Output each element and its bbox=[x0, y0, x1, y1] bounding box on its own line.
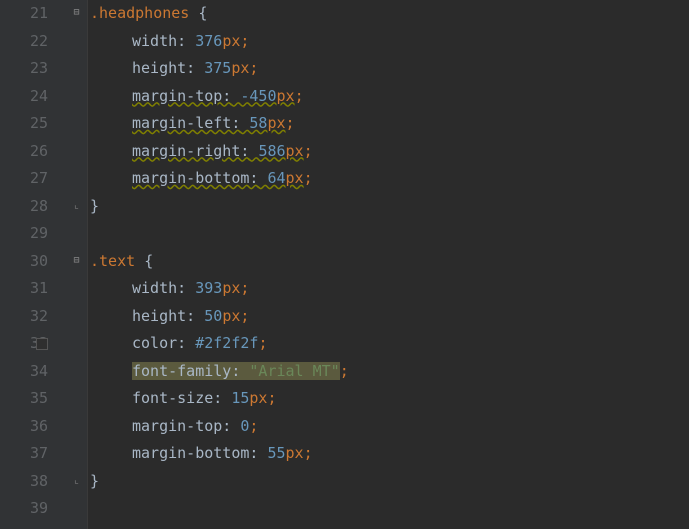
css-property: margin-bottom: bbox=[132, 169, 258, 187]
css-value: -450 bbox=[240, 87, 276, 105]
css-unit: px bbox=[222, 307, 240, 325]
code-line[interactable]: width: 376px; bbox=[90, 28, 689, 56]
code-line[interactable]: margin-right: 586px; bbox=[90, 138, 689, 166]
css-unit: px bbox=[267, 114, 285, 132]
css-unit: px bbox=[286, 444, 304, 462]
css-value: 55 bbox=[267, 444, 285, 462]
semicolon: ; bbox=[304, 142, 313, 160]
css-property: margin-left: bbox=[132, 114, 240, 132]
code-line[interactable]: margin-left: 58px; bbox=[90, 110, 689, 138]
semicolon: ; bbox=[249, 417, 258, 435]
code-line[interactable]: font-size: 15px; bbox=[90, 385, 689, 413]
fold-close-icon[interactable]: ⌞ bbox=[71, 201, 82, 212]
code-line[interactable]: height: 50px; bbox=[90, 303, 689, 331]
css-value: "Arial MT" bbox=[249, 362, 339, 380]
line-number[interactable]: 27 bbox=[6, 165, 48, 193]
code-line[interactable]: margin-top: -450px; bbox=[90, 83, 689, 111]
line-number-gutter[interactable]: 21222324252627282930313233343536373839 bbox=[6, 0, 66, 529]
css-value: 58 bbox=[249, 114, 267, 132]
code-line[interactable]: height: 375px; bbox=[90, 55, 689, 83]
semicolon: ; bbox=[240, 307, 249, 325]
code-line[interactable] bbox=[90, 220, 689, 248]
css-value: 375 bbox=[204, 59, 231, 77]
code-line[interactable]: .text { bbox=[90, 248, 689, 276]
css-value: 393 bbox=[195, 279, 222, 297]
css-property: margin-right: bbox=[132, 142, 249, 160]
css-property: width: bbox=[132, 279, 186, 297]
fold-close-icon[interactable]: ⌞ bbox=[71, 476, 82, 487]
line-number[interactable]: 28 bbox=[6, 193, 48, 221]
code-line[interactable]: .headphones { bbox=[90, 0, 689, 28]
brace-close: } bbox=[90, 472, 99, 490]
css-property: width: bbox=[132, 32, 186, 50]
css-value: 64 bbox=[267, 169, 285, 187]
css-unit: px bbox=[222, 279, 240, 297]
fold-gutter[interactable]: ⊟ ⊟ ⌞ ⌞ bbox=[66, 0, 88, 529]
css-property: margin-top: bbox=[132, 417, 231, 435]
semicolon: ; bbox=[295, 87, 304, 105]
semicolon: ; bbox=[286, 114, 295, 132]
css-property: height: bbox=[132, 59, 195, 77]
css-value: 586 bbox=[258, 142, 285, 160]
css-unit: px bbox=[286, 169, 304, 187]
css-property: margin-bottom: bbox=[132, 444, 258, 462]
line-number[interactable]: 24 bbox=[6, 83, 48, 111]
brace-open: { bbox=[144, 252, 153, 270]
fold-open-icon[interactable]: ⊟ bbox=[71, 256, 82, 267]
fold-open-icon[interactable]: ⊟ bbox=[71, 8, 82, 19]
css-selector: .text bbox=[90, 252, 144, 270]
css-property: font-family: bbox=[132, 362, 240, 380]
code-line[interactable]: color: #2f2f2f; bbox=[90, 330, 689, 358]
css-value: 376 bbox=[195, 32, 222, 50]
code-line[interactable]: margin-bottom: 55px; bbox=[90, 440, 689, 468]
line-number[interactable]: 30 bbox=[6, 248, 48, 276]
css-value: #2f2f2f bbox=[195, 334, 258, 352]
css-value: 50 bbox=[204, 307, 222, 325]
semicolon: ; bbox=[304, 169, 313, 187]
line-number[interactable]: 38 bbox=[6, 468, 48, 496]
code-line[interactable]: } bbox=[90, 193, 689, 221]
semicolon: ; bbox=[249, 59, 258, 77]
semicolon: ; bbox=[304, 444, 313, 462]
line-number[interactable]: 29 bbox=[6, 220, 48, 248]
semicolon: ; bbox=[240, 32, 249, 50]
semicolon: ; bbox=[258, 334, 267, 352]
semicolon: ; bbox=[340, 362, 349, 380]
color-swatch-icon[interactable] bbox=[36, 338, 48, 350]
css-property: height: bbox=[132, 307, 195, 325]
line-number[interactable]: 22 bbox=[6, 28, 48, 56]
css-unit: px bbox=[277, 87, 295, 105]
line-number[interactable]: 25 bbox=[6, 110, 48, 138]
css-unit: px bbox=[222, 32, 240, 50]
line-number[interactable]: 34 bbox=[6, 358, 48, 386]
code-editor[interactable]: .headphones {width: 376px;height: 375px;… bbox=[88, 0, 689, 529]
code-line[interactable]: } bbox=[90, 468, 689, 496]
code-line[interactable]: width: 393px; bbox=[90, 275, 689, 303]
css-unit: px bbox=[286, 142, 304, 160]
line-number[interactable]: 23 bbox=[6, 55, 48, 83]
line-number[interactable]: 21 bbox=[6, 0, 48, 28]
line-number[interactable]: 35 bbox=[6, 385, 48, 413]
code-line[interactable]: margin-bottom: 64px; bbox=[90, 165, 689, 193]
semicolon: ; bbox=[240, 279, 249, 297]
css-unit: px bbox=[231, 59, 249, 77]
brace-close: } bbox=[90, 197, 99, 215]
css-unit: px bbox=[249, 389, 267, 407]
css-value: 15 bbox=[231, 389, 249, 407]
line-number[interactable]: 32 bbox=[6, 303, 48, 331]
code-line[interactable]: font-family: "Arial MT"; bbox=[90, 358, 689, 386]
css-property: color: bbox=[132, 334, 186, 352]
brace-open: { bbox=[198, 4, 207, 22]
css-property: font-size: bbox=[132, 389, 222, 407]
line-number[interactable]: 36 bbox=[6, 413, 48, 441]
code-line[interactable] bbox=[90, 495, 689, 523]
semicolon: ; bbox=[267, 389, 276, 407]
line-number[interactable]: 39 bbox=[6, 495, 48, 523]
line-number[interactable]: 31 bbox=[6, 275, 48, 303]
line-number[interactable]: 37 bbox=[6, 440, 48, 468]
code-line[interactable]: margin-top: 0; bbox=[90, 413, 689, 441]
line-number[interactable]: 26 bbox=[6, 138, 48, 166]
css-property: margin-top: bbox=[132, 87, 231, 105]
css-selector: .headphones bbox=[90, 4, 198, 22]
